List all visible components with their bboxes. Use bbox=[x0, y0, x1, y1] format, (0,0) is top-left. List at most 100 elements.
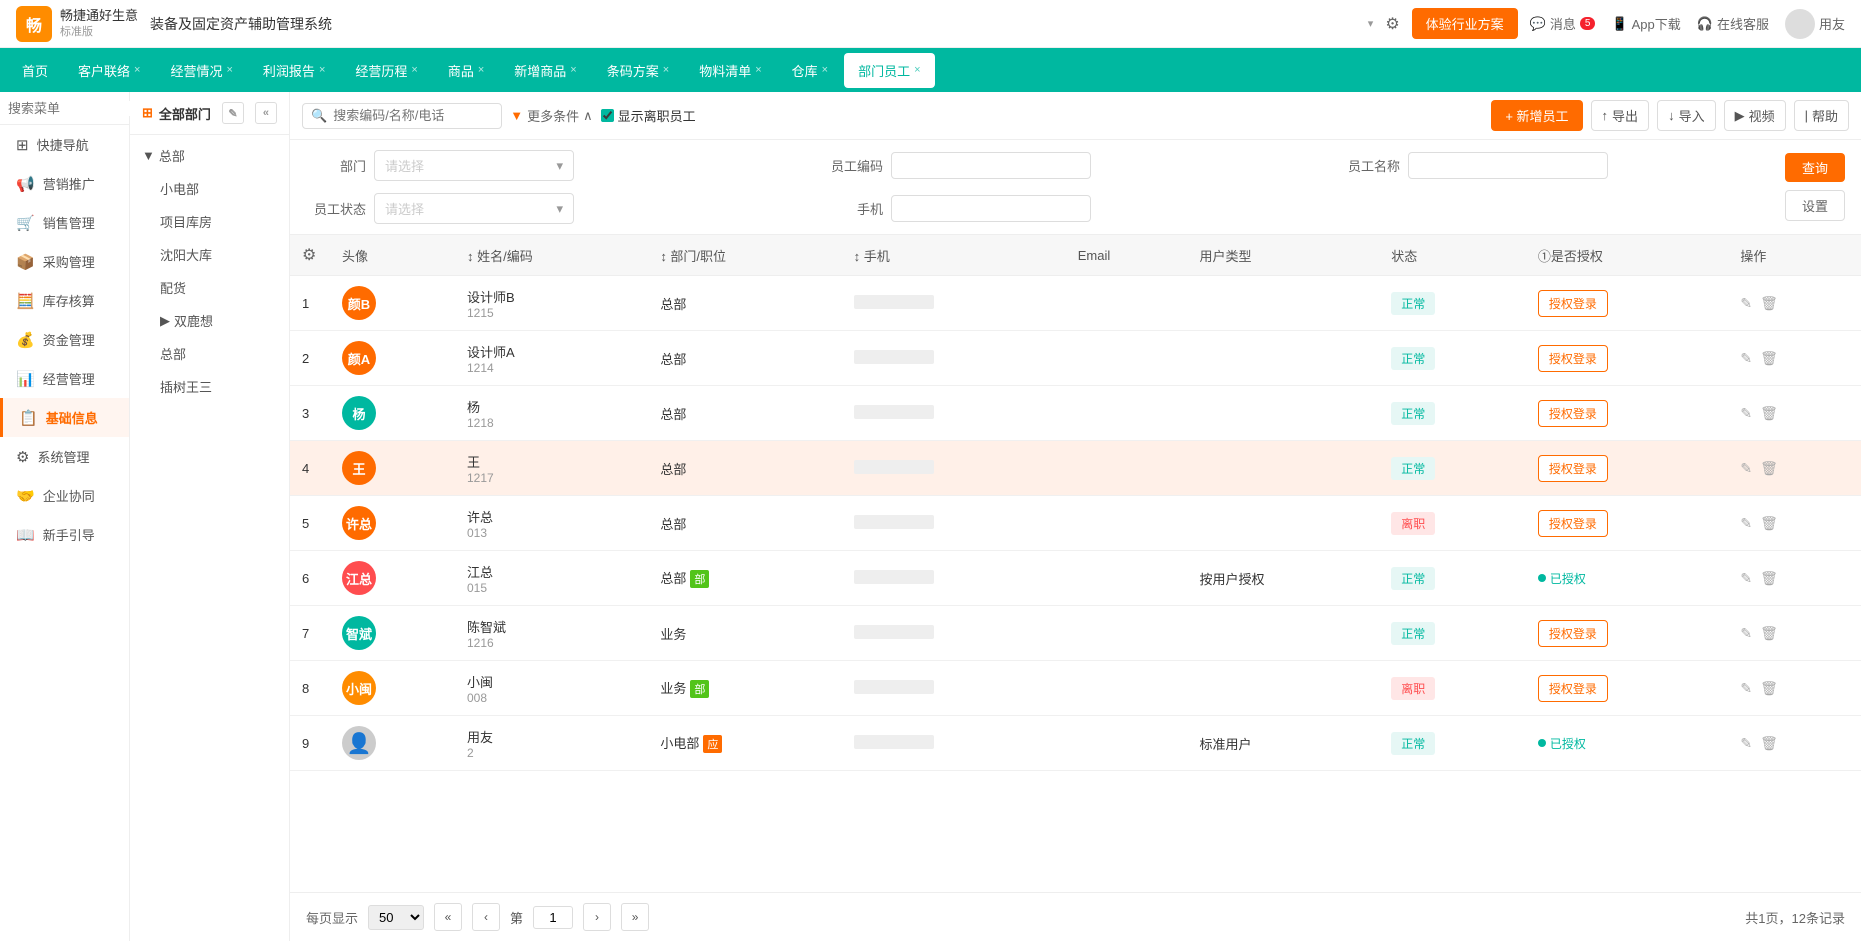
search-input[interactable] bbox=[333, 108, 493, 123]
close-icon[interactable]: × bbox=[755, 64, 761, 76]
reset-btn[interactable]: 设置 bbox=[1785, 190, 1845, 221]
sidebar-item-sales[interactable]: 🛒 销售管理 bbox=[0, 203, 129, 242]
view-btn[interactable]: ▶ 视频 bbox=[1724, 100, 1786, 131]
sidebar-item-collab[interactable]: 🤝 企业协同 bbox=[0, 476, 129, 515]
close-icon[interactable]: × bbox=[478, 64, 484, 76]
auth-login-btn[interactable]: 授权登录 bbox=[1538, 675, 1608, 702]
edit-icon[interactable]: ✎ bbox=[1740, 350, 1752, 367]
sidebar-item-marketing[interactable]: 📢 营销推广 bbox=[0, 164, 129, 203]
close-icon[interactable]: × bbox=[570, 64, 576, 76]
online-service-btn[interactable]: 🎧 在线客服 bbox=[1697, 14, 1769, 33]
last-page-btn[interactable]: » bbox=[621, 903, 649, 931]
sidebar-item-inventory[interactable]: 🧮 库存核算 bbox=[0, 281, 129, 320]
sidebar-item-basic-info[interactable]: 📋 基础信息 bbox=[0, 398, 129, 437]
dept-node-zongbu[interactable]: 总部 bbox=[130, 337, 289, 370]
tab-bom[interactable]: 物料清单 × bbox=[685, 53, 775, 88]
tab-dept-employee[interactable]: 部门员工 × bbox=[844, 53, 934, 88]
delete-icon[interactable]: 🗑 bbox=[1760, 460, 1778, 477]
delete-icon[interactable]: 🗑 bbox=[1760, 570, 1778, 587]
per-page-select[interactable]: 50 100 200 bbox=[368, 905, 424, 930]
edit-icon[interactable]: ✎ bbox=[1740, 405, 1752, 422]
col-name[interactable]: ↕ 姓名/编码 bbox=[455, 235, 648, 276]
edit-icon[interactable]: ✎ bbox=[1740, 680, 1752, 697]
more-filter-btn[interactable]: ▼ 更多条件 ∧ bbox=[510, 106, 592, 125]
delete-icon[interactable]: 🗑 bbox=[1760, 350, 1778, 367]
dept-collapse-btn[interactable]: « bbox=[255, 102, 277, 124]
filter-emp-name-input[interactable] bbox=[1408, 152, 1608, 179]
tab-history[interactable]: 经营历程 × bbox=[341, 53, 431, 88]
filter-phone-input[interactable] bbox=[891, 195, 1091, 222]
dept-node-project[interactable]: 项目库房 bbox=[130, 205, 289, 238]
filter-emp-code-input[interactable] bbox=[891, 152, 1091, 179]
close-icon[interactable]: × bbox=[663, 64, 669, 76]
delete-icon[interactable]: 🗑 bbox=[1760, 405, 1778, 422]
show-resign-checkbox[interactable] bbox=[601, 109, 614, 122]
edit-icon[interactable]: ✎ bbox=[1740, 735, 1752, 752]
sidebar-item-purchase[interactable]: 📦 采购管理 bbox=[0, 242, 129, 281]
sidebar-item-finance[interactable]: 💰 资金管理 bbox=[0, 320, 129, 359]
auth-login-btn[interactable]: 授权登录 bbox=[1538, 455, 1608, 482]
help-btn[interactable]: | 帮助 bbox=[1794, 100, 1849, 131]
tab-warehouse[interactable]: 仓库 × bbox=[778, 53, 842, 88]
tab-customer[interactable]: 客户联络 × bbox=[64, 53, 154, 88]
col-dept[interactable]: ↕ 部门/职位 bbox=[648, 235, 841, 276]
tab-goods[interactable]: 商品 × bbox=[434, 53, 498, 88]
edit-icon[interactable]: ✎ bbox=[1740, 460, 1752, 477]
auth-login-btn[interactable]: 授权登录 bbox=[1538, 620, 1608, 647]
col-settings-icon[interactable]: ⚙ bbox=[302, 247, 316, 264]
close-icon[interactable]: × bbox=[914, 64, 920, 76]
tab-home[interactable]: 首页 bbox=[8, 53, 62, 88]
dept-node-root[interactable]: ▼ 总部 bbox=[130, 139, 289, 172]
export-btn[interactable]: ↑ 导出 bbox=[1591, 100, 1650, 131]
filter-status-select[interactable]: 请选择 ▾ bbox=[374, 193, 574, 224]
edit-icon[interactable]: ✎ bbox=[1740, 625, 1752, 642]
close-icon[interactable]: × bbox=[411, 64, 417, 76]
experience-btn[interactable]: 体验行业方案 bbox=[1412, 8, 1518, 39]
edit-icon[interactable]: ✎ bbox=[1740, 295, 1752, 312]
auth-login-btn[interactable]: 授权登录 bbox=[1538, 400, 1608, 427]
edit-icon[interactable]: ✎ bbox=[1740, 570, 1752, 587]
dept-node-chashuwang[interactable]: 插树王三 bbox=[130, 370, 289, 403]
first-page-btn[interactable]: « bbox=[434, 903, 462, 931]
col-phone[interactable]: ↕ 手机 bbox=[842, 235, 1066, 276]
close-icon[interactable]: × bbox=[226, 64, 232, 76]
tab-barcode[interactable]: 条码方案 × bbox=[593, 53, 683, 88]
dept-node-peihuo[interactable]: 配货 bbox=[130, 271, 289, 304]
tab-operation[interactable]: 经营情况 × bbox=[156, 53, 246, 88]
gear-icon[interactable]: ⚙ bbox=[1385, 14, 1399, 34]
add-employee-btn[interactable]: + 新增员工 bbox=[1491, 100, 1582, 131]
user-area[interactable]: 用友 bbox=[1785, 9, 1845, 39]
delete-icon[interactable]: 🗑 bbox=[1760, 625, 1778, 642]
system-title-dropdown[interactable]: ▾ bbox=[1368, 17, 1374, 30]
search-input-wrap: 🔍 bbox=[302, 103, 502, 129]
close-icon[interactable]: × bbox=[319, 64, 325, 76]
page-number-input[interactable] bbox=[533, 906, 573, 929]
import-btn[interactable]: ↓ 导入 bbox=[1657, 100, 1716, 131]
sidebar-item-guide[interactable]: 📖 新手引导 bbox=[0, 515, 129, 554]
auth-login-btn[interactable]: 授权登录 bbox=[1538, 345, 1608, 372]
delete-icon[interactable]: 🗑 bbox=[1760, 295, 1778, 312]
prev-page-btn[interactable]: ‹ bbox=[472, 903, 500, 931]
dept-node-xiaodian[interactable]: 小电部 bbox=[130, 172, 289, 205]
dept-edit-btn[interactable]: ✎ bbox=[222, 102, 244, 124]
delete-icon[interactable]: 🗑 bbox=[1760, 735, 1778, 752]
app-download-btn[interactable]: 📱 App下载 bbox=[1611, 14, 1680, 33]
filter-dept-select[interactable]: 请选择 ▾ bbox=[374, 150, 574, 181]
tab-add-goods[interactable]: 新增商品 × bbox=[500, 53, 590, 88]
sidebar-item-system[interactable]: ⚙ 系统管理 bbox=[0, 437, 129, 476]
dept-node-shuanglu[interactable]: ▶ 双鹿想 bbox=[130, 304, 289, 337]
delete-icon[interactable]: 🗑 bbox=[1760, 515, 1778, 532]
auth-login-btn[interactable]: 授权登录 bbox=[1538, 510, 1608, 537]
next-page-btn[interactable]: › bbox=[583, 903, 611, 931]
auth-login-btn[interactable]: 授权登录 bbox=[1538, 290, 1608, 317]
close-icon[interactable]: × bbox=[134, 64, 140, 76]
edit-icon[interactable]: ✎ bbox=[1740, 515, 1752, 532]
query-btn[interactable]: 查询 bbox=[1785, 153, 1845, 182]
message-btn[interactable]: 💬 消息 5 bbox=[1530, 14, 1596, 33]
sidebar-item-quick-nav[interactable]: ⊞ 快捷导航 bbox=[0, 125, 129, 164]
dept-node-shenyang[interactable]: 沈阳大库 bbox=[130, 238, 289, 271]
close-icon[interactable]: × bbox=[822, 64, 828, 76]
tab-profit[interactable]: 利润报告 × bbox=[249, 53, 339, 88]
sidebar-item-operation[interactable]: 📊 经营管理 bbox=[0, 359, 129, 398]
delete-icon[interactable]: 🗑 bbox=[1760, 680, 1778, 697]
